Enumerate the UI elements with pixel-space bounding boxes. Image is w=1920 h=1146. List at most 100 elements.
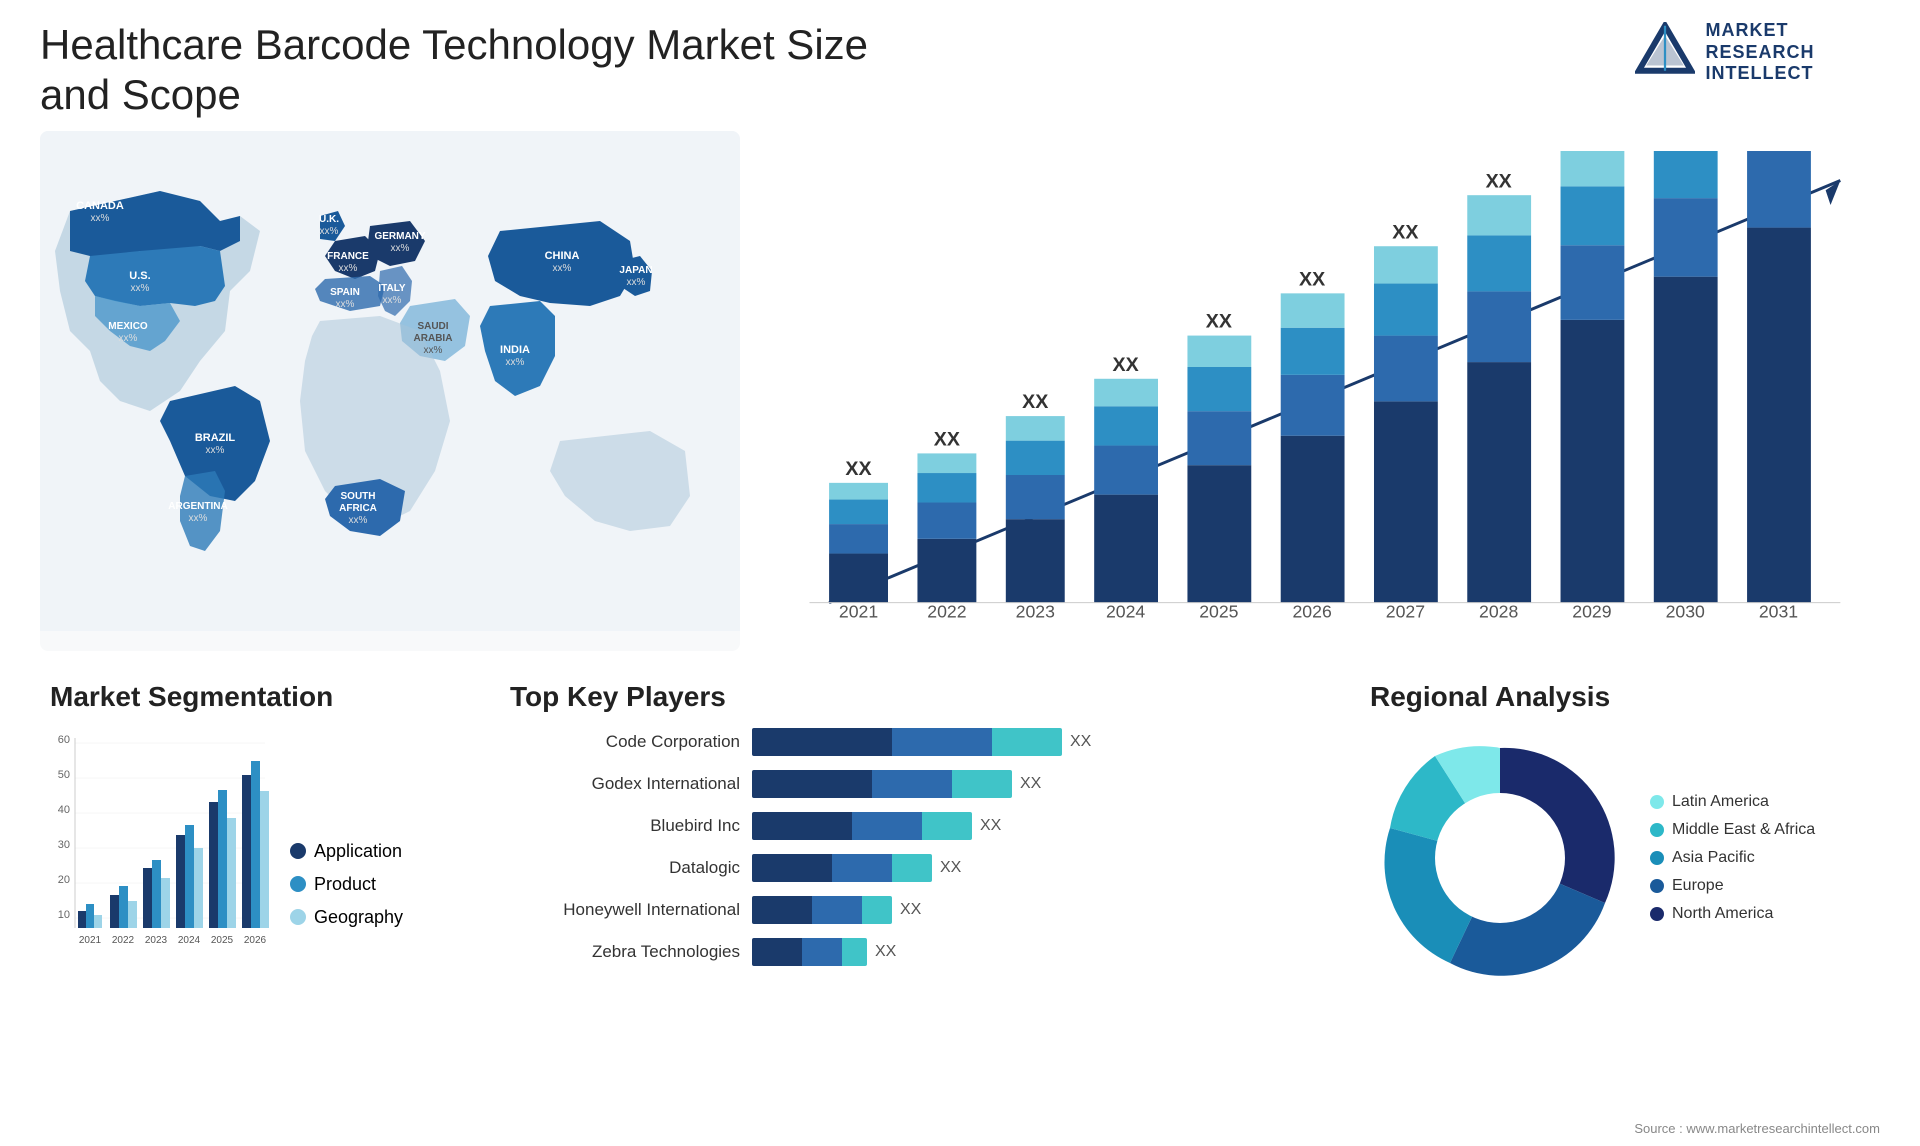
player-bar-4 — [752, 854, 932, 882]
header: Healthcare Barcode Technology Market Siz… — [40, 20, 1880, 121]
svg-text:U.S.: U.S. — [129, 270, 150, 282]
svg-text:2022: 2022 — [112, 935, 135, 946]
logo-icon — [1635, 22, 1695, 82]
svg-text:2021: 2021 — [839, 601, 878, 621]
bar-chart-svg: XX 2021 XX 2022 XX 2023 — [780, 151, 1860, 642]
legend-dot-application — [290, 843, 306, 859]
svg-text:xx%: xx% — [189, 513, 208, 524]
player-bar-1 — [752, 728, 1062, 756]
player-row-1: Code Corporation XX — [510, 728, 1310, 756]
svg-text:2022: 2022 — [927, 601, 966, 621]
donut-chart-svg — [1370, 728, 1630, 988]
svg-text:XX: XX — [934, 428, 960, 450]
regional-legend-dot-na — [1650, 907, 1664, 921]
svg-text:xx%: xx% — [131, 283, 150, 294]
legend-dot-geography — [290, 909, 306, 925]
svg-text:2028: 2028 — [1479, 601, 1518, 621]
svg-text:GERMANY: GERMANY — [374, 231, 425, 242]
player-name-2: Godex International — [510, 774, 740, 794]
svg-text:2023: 2023 — [145, 935, 168, 946]
player-bar-2 — [752, 770, 1012, 798]
player-value-1: XX — [1070, 733, 1091, 751]
legend-label-application: Application — [314, 841, 402, 862]
svg-text:XX: XX — [1299, 268, 1325, 290]
svg-text:BRAZIL: BRAZIL — [195, 432, 236, 444]
logo-area: MARKET RESEARCH INTELLECT — [1570, 20, 1880, 85]
player-name-4: Datalogic — [510, 858, 740, 878]
svg-text:AFRICA: AFRICA — [339, 503, 377, 514]
svg-text:SOUTH: SOUTH — [341, 491, 376, 502]
svg-text:xx%: xx% — [320, 226, 339, 237]
player-name-5: Honeywell International — [510, 900, 740, 920]
player-value-2: XX — [1020, 775, 1041, 793]
regional-legend-dot-apac — [1650, 851, 1664, 865]
svg-text:xx%: xx% — [119, 333, 138, 344]
seg-legend: Application Product Geography — [290, 841, 403, 958]
segmentation-section: Market Segmentation 60 50 40 30 20 10 — [40, 681, 460, 988]
bottom-sections: Market Segmentation 60 50 40 30 20 10 — [40, 681, 1880, 988]
player-bar-container-5: XX — [752, 896, 921, 924]
legend-label-geography: Geography — [314, 907, 403, 928]
svg-text:60: 60 — [58, 734, 70, 746]
regional-legend-item-europe: Europe — [1650, 877, 1815, 895]
player-bar-3 — [752, 812, 972, 840]
player-bar-container-2: XX — [752, 770, 1041, 798]
svg-text:XX: XX — [1206, 311, 1232, 333]
svg-text:2031: 2031 — [1759, 601, 1798, 621]
svg-text:2025: 2025 — [1199, 601, 1238, 621]
svg-text:xx%: xx% — [553, 263, 572, 274]
regional-legend-item-apac: Asia Pacific — [1650, 849, 1815, 867]
svg-text:10: 10 — [58, 909, 70, 921]
player-bar-container-4: XX — [752, 854, 961, 882]
seg-chart-container: 60 50 40 30 20 10 — [50, 728, 450, 958]
svg-text:ARABIA: ARABIA — [414, 333, 453, 344]
svg-text:2026: 2026 — [244, 935, 267, 946]
svg-text:xx%: xx% — [339, 263, 358, 274]
regional-legend-dot-mea — [1650, 823, 1664, 837]
regional-legend-label-na: North America — [1672, 905, 1773, 923]
regional-legend-item-na: North America — [1650, 905, 1815, 923]
svg-text:2027: 2027 — [1386, 601, 1425, 621]
regional-legend-label-latin: Latin America — [1672, 793, 1769, 811]
svg-text:SPAIN: SPAIN — [330, 287, 360, 298]
regional-legend-dot-europe — [1650, 879, 1664, 893]
svg-text:50: 50 — [58, 769, 70, 781]
svg-text:2029: 2029 — [1572, 601, 1611, 621]
player-name-3: Bluebird Inc — [510, 816, 740, 836]
svg-text:ITALY: ITALY — [378, 283, 406, 294]
player-row-6: Zebra Technologies XX — [510, 938, 1310, 966]
svg-text:2023: 2023 — [1016, 601, 1055, 621]
svg-text:xx%: xx% — [349, 515, 368, 526]
player-value-5: XX — [900, 901, 921, 919]
player-bar-6 — [752, 938, 867, 966]
svg-text:xx%: xx% — [91, 213, 110, 224]
svg-text:2026: 2026 — [1292, 601, 1331, 621]
svg-text:JAPAN: JAPAN — [619, 265, 652, 276]
svg-text:XX: XX — [1486, 170, 1512, 192]
svg-text:XX: XX — [845, 458, 871, 480]
svg-text:40: 40 — [58, 804, 70, 816]
svg-text:SAUDI: SAUDI — [417, 321, 448, 332]
legend-item-application: Application — [290, 841, 403, 862]
player-value-4: XX — [940, 859, 961, 877]
svg-text:CHINA: CHINA — [545, 250, 580, 262]
player-bar-container-3: XX — [752, 812, 1001, 840]
regional-legend: Latin America Middle East & Africa Asia … — [1650, 793, 1815, 923]
legend-dot-product — [290, 876, 306, 892]
player-value-6: XX — [875, 943, 896, 961]
legend-item-geography: Geography — [290, 907, 403, 928]
player-row-5: Honeywell International XX — [510, 896, 1310, 924]
svg-text:2030: 2030 — [1666, 601, 1705, 621]
chart-section: XX 2021 XX 2022 XX 2023 — [760, 131, 1880, 651]
donut-container: Latin America Middle East & Africa Asia … — [1370, 728, 1870, 988]
svg-text:xx%: xx% — [391, 243, 410, 254]
svg-text:2024: 2024 — [178, 935, 201, 946]
regional-legend-dot-latin — [1650, 795, 1664, 809]
player-name-6: Zebra Technologies — [510, 942, 740, 962]
regional-title: Regional Analysis — [1370, 681, 1870, 713]
source-text: Source : www.marketresearchintellect.com — [1634, 1121, 1880, 1136]
svg-text:xx%: xx% — [336, 299, 355, 310]
page-title: Healthcare Barcode Technology Market Siz… — [40, 20, 940, 121]
svg-text:MEXICO: MEXICO — [108, 321, 148, 332]
svg-text:XX: XX — [1022, 391, 1048, 413]
